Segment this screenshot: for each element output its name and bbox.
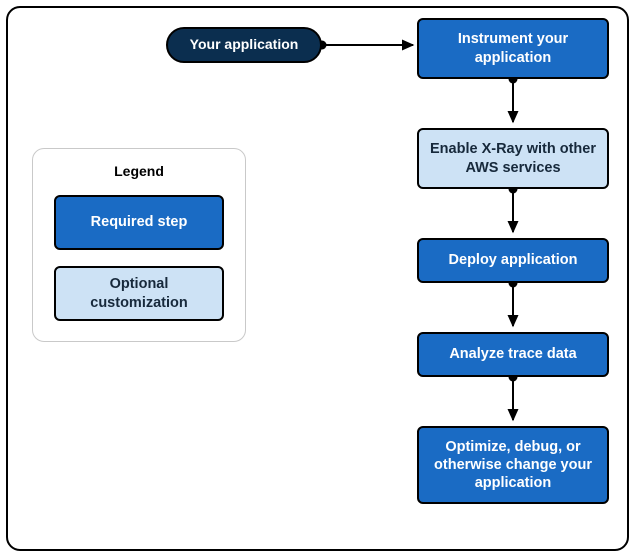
- step-optimize: Optimize, debug, or otherwise change you…: [417, 426, 609, 504]
- legend-optional-swatch: Optional customization: [54, 266, 224, 321]
- step-deploy: Deploy application: [417, 238, 609, 283]
- legend-required-swatch: Required step: [54, 195, 224, 250]
- legend: Legend Required step Optional customizat…: [32, 148, 246, 342]
- step-instrument: Instrument your application: [417, 18, 609, 79]
- step-enable-xray: Enable X-Ray with other AWS services: [417, 128, 609, 189]
- start-node: Your application: [166, 27, 322, 63]
- step-analyze: Analyze trace data: [417, 332, 609, 377]
- legend-title: Legend: [114, 163, 164, 179]
